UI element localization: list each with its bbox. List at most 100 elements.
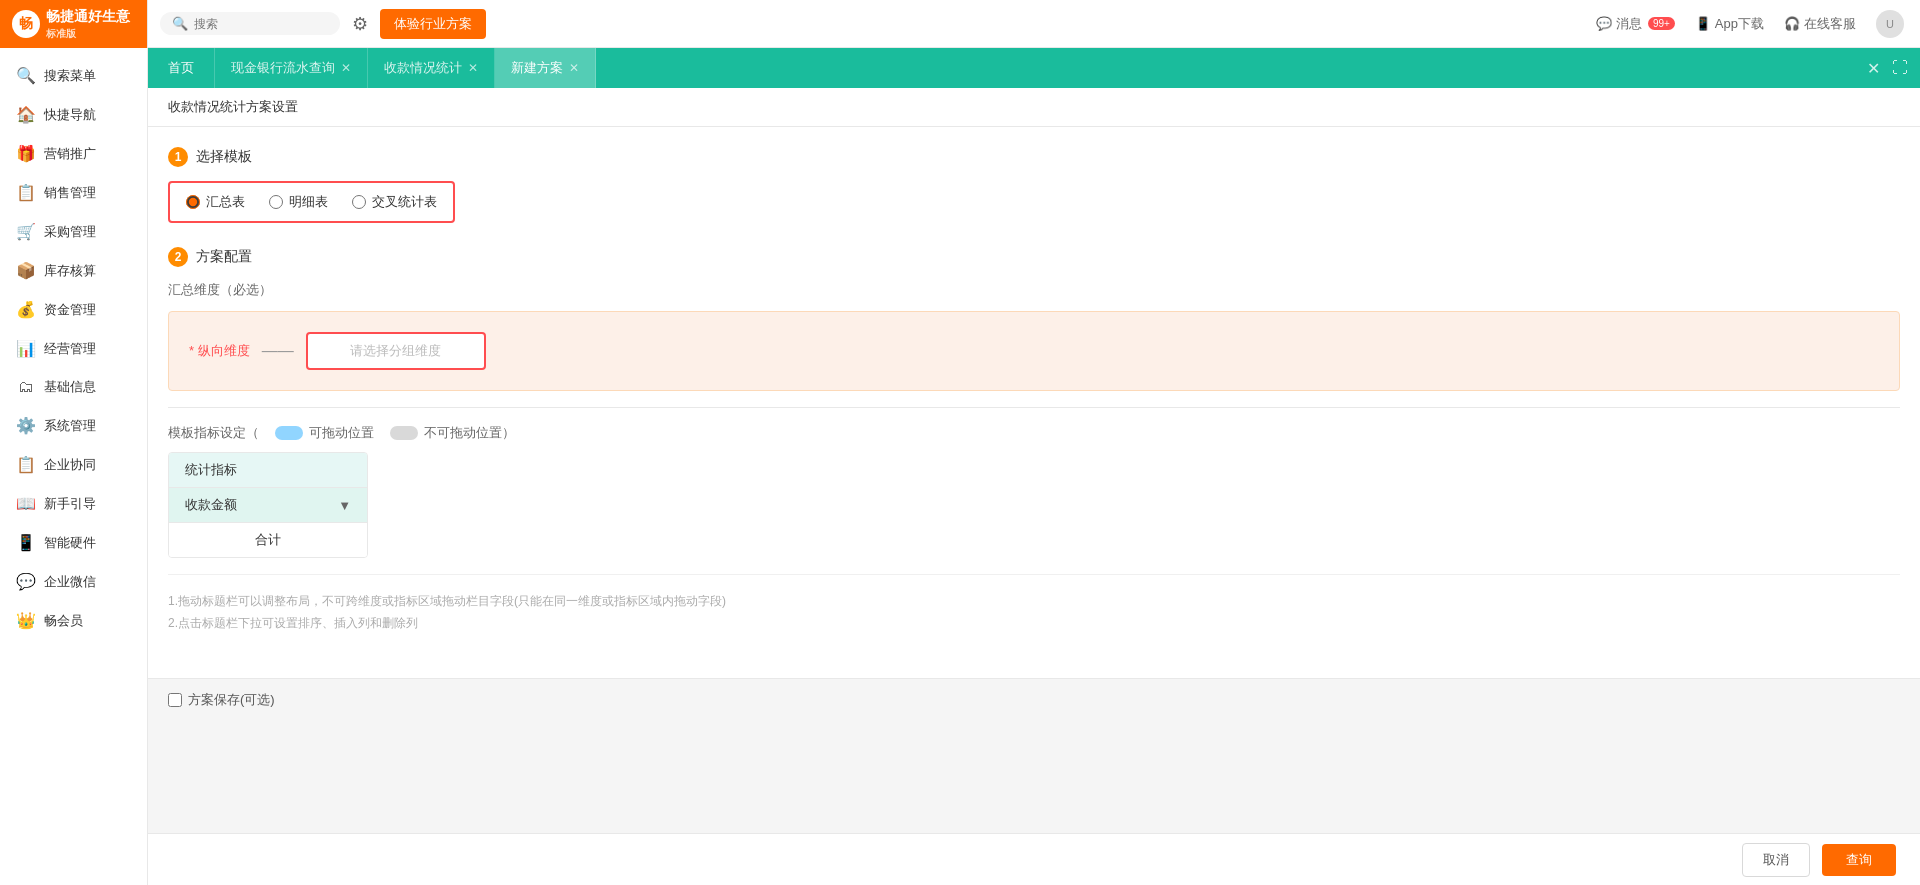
sidebar-label-smart-hw: 智能硬件 — [44, 534, 96, 552]
arrow-icon: —— — [262, 342, 294, 360]
section2-title: 方案配置 — [196, 248, 252, 266]
tab-bank-close[interactable]: ✕ — [341, 62, 351, 74]
sidebar-label-basic: 基础信息 — [44, 378, 96, 396]
search-icon: 🔍 — [16, 66, 36, 85]
purchase-icon: 🛒 — [16, 222, 36, 241]
support-icon: 🎧 — [1784, 16, 1800, 31]
metrics-col-value: 合计 — [169, 523, 367, 557]
sidebar-label-guide: 新手引导 — [44, 495, 96, 513]
sidebar-label-inventory: 库存核算 — [44, 262, 96, 280]
quick-nav-icon: 🏠 — [16, 105, 36, 124]
option-cross[interactable]: 交叉统计表 — [352, 193, 437, 211]
sidebar-label-corp-coop: 企业协同 — [44, 456, 96, 474]
sidebar: 畅 畅捷通好生意 标准版 🔍 搜索菜单 🏠 快捷导航 🎁营销推广 📋 销售管理 🛒采购管理📦库… — [0, 0, 148, 885]
section2-header: 2 方案配置 — [168, 247, 1900, 267]
metrics-table: 统计指标 收款金额 ▼ 合计 — [168, 452, 368, 558]
section1-num: 1 — [168, 147, 188, 167]
metrics-col-header[interactable]: 收款金额 ▼ — [169, 488, 367, 523]
sidebar-label-system: 系统管理 — [44, 417, 96, 435]
metrics-stats-header: 统计指标 — [169, 453, 367, 488]
operation-icon: 📊 — [16, 339, 36, 358]
sidebar-nav: 🔍 搜索菜单 🏠 快捷导航 🎁营销推广 📋 销售管理 🛒采购管理📦库存核算💰资金管理 📊 经营管理… — [0, 48, 147, 885]
tab-stats[interactable]: 收款情况统计 ✕ — [368, 48, 495, 88]
col-header-dropdown-icon[interactable]: ▼ — [338, 498, 351, 513]
sidebar-item-quick-nav[interactable]: 🏠 快捷导航 — [0, 95, 147, 134]
save-checkbox[interactable] — [168, 693, 182, 707]
sidebar-item-sales[interactable]: 📋 销售管理 — [0, 173, 147, 212]
sidebar-logo: 畅 畅捷通好生意 标准版 — [0, 0, 147, 48]
sidebar-item-guide[interactable]: 📖新手引导 — [0, 484, 147, 523]
gear-icon[interactable]: ⚙ — [352, 13, 368, 35]
section1-header: 1 选择模板 — [168, 147, 1900, 167]
option-summary[interactable]: 汇总表 — [186, 193, 245, 211]
tab-new-plan-close[interactable]: ✕ — [569, 62, 579, 74]
close-window-icon[interactable]: ✕ — [1867, 59, 1880, 78]
dimension-area: * 纵向维度 —— 请选择分组维度 — [168, 311, 1900, 391]
dimension-select[interactable]: 请选择分组维度 — [306, 332, 486, 370]
tab-new-plan[interactable]: 新建方案 ✕ — [495, 48, 596, 88]
metrics-config: 模板指标设定（ 可拖动位置 不可拖动位置） 统 — [168, 407, 1900, 558]
sidebar-label-corp-wechat: 企业微信 — [44, 573, 96, 591]
page-header: 收款情况统计方案设置 — [148, 88, 1920, 127]
section1-title: 选择模板 — [196, 148, 252, 166]
save-label: 方案保存(可选) — [188, 691, 275, 709]
sidebar-item-purchase[interactable]: 🛒采购管理 — [0, 212, 147, 251]
logo-icon: 畅 — [12, 10, 40, 38]
option-detail[interactable]: 明细表 — [269, 193, 328, 211]
tab-stats-close[interactable]: ✕ — [468, 62, 478, 74]
smart-hw-icon: 📱 — [16, 533, 36, 552]
search-icon: 🔍 — [172, 16, 188, 31]
non-draggable-label: 不可拖动位置） — [424, 424, 515, 442]
sidebar-item-smart-hw[interactable]: 📱 智能硬件 — [0, 523, 147, 562]
radio-summary[interactable] — [186, 195, 200, 209]
radio-detail[interactable] — [269, 195, 283, 209]
sidebar-item-operation[interactable]: 📊 经营管理 — [0, 329, 147, 368]
cancel-button[interactable]: 取消 — [1742, 843, 1810, 877]
sidebar-label-operation: 经营管理 — [44, 340, 96, 358]
main-area: 🔍 ⚙ 体验行业方案 💬 消息 99+ 📱 App下载 🎧 在线客服 U — [148, 0, 1920, 885]
section2-num: 2 — [168, 247, 188, 267]
search-box[interactable]: 🔍 — [160, 12, 340, 35]
message-icon: 💬 — [1596, 16, 1612, 31]
sidebar-label-search: 搜索菜单 — [44, 67, 96, 85]
sidebar-label-member: 畅会员 — [44, 612, 83, 630]
tab-bank[interactable]: 现金银行流水查询 ✕ — [215, 48, 368, 88]
sales-icon: 📋 — [16, 183, 36, 202]
marketing-icon: 🎁 — [16, 144, 36, 163]
metrics-label-text: 模板指标设定（ — [168, 424, 259, 442]
topbar: 🔍 ⚙ 体验行业方案 💬 消息 99+ 📱 App下载 🎧 在线客服 U — [148, 0, 1920, 48]
page-title: 收款情况统计方案设置 — [168, 99, 298, 114]
download-icon: 📱 — [1695, 16, 1711, 31]
save-option[interactable]: 方案保存(可选) — [168, 691, 1900, 709]
tab-home[interactable]: 首页 — [148, 48, 215, 88]
message-button[interactable]: 💬 消息 99+ — [1596, 15, 1675, 33]
search-input[interactable] — [194, 17, 314, 31]
section-template: 1 选择模板 汇总表 明细表 交叉统计表 — [168, 147, 1900, 223]
sidebar-item-finance[interactable]: 💰资金管理 — [0, 290, 147, 329]
member-icon: 👑 — [16, 611, 36, 630]
app-edition: 标准版 — [46, 27, 130, 41]
sidebar-label-sales: 销售管理 — [44, 184, 96, 202]
sidebar-item-basic[interactable]: 🗂 基础信息 — [0, 368, 147, 406]
sidebar-item-member[interactable]: 👑 畅会员 — [0, 601, 147, 640]
trial-button[interactable]: 体验行业方案 — [380, 9, 486, 39]
sidebar-item-system[interactable]: ⚙️系统管理 — [0, 406, 147, 445]
corp-wechat-icon: 💬 — [16, 572, 36, 591]
user-area[interactable]: U — [1876, 10, 1908, 38]
maximize-icon[interactable]: ⛶ — [1892, 59, 1908, 77]
query-button[interactable]: 查询 — [1822, 844, 1896, 876]
sidebar-label-quick-nav: 快捷导航 — [44, 106, 96, 124]
sidebar-item-corp-wechat[interactable]: 💬 企业微信 — [0, 562, 147, 601]
tabbar: 首页 现金银行流水查询 ✕ 收款情况统计 ✕ 新建方案 ✕ ✕ ⛶ — [148, 48, 1920, 88]
download-button[interactable]: 📱 App下载 — [1695, 15, 1764, 33]
basic-icon: 🗂 — [16, 378, 36, 396]
content-area: 收款情况统计方案设置 1 选择模板 汇总表 明细表 — [148, 88, 1920, 833]
radio-cross[interactable] — [352, 195, 366, 209]
sidebar-item-marketing[interactable]: 🎁营销推广 — [0, 134, 147, 173]
sidebar-item-inventory[interactable]: 📦库存核算 — [0, 251, 147, 290]
sidebar-item-search[interactable]: 🔍 搜索菜单 — [0, 56, 147, 95]
support-button[interactable]: 🎧 在线客服 — [1784, 15, 1856, 33]
draggable-legend: 可拖动位置 — [275, 424, 374, 442]
metrics-header: 模板指标设定（ 可拖动位置 不可拖动位置） — [168, 424, 1900, 442]
sidebar-item-corp-coop[interactable]: 📋企业协同 — [0, 445, 147, 484]
